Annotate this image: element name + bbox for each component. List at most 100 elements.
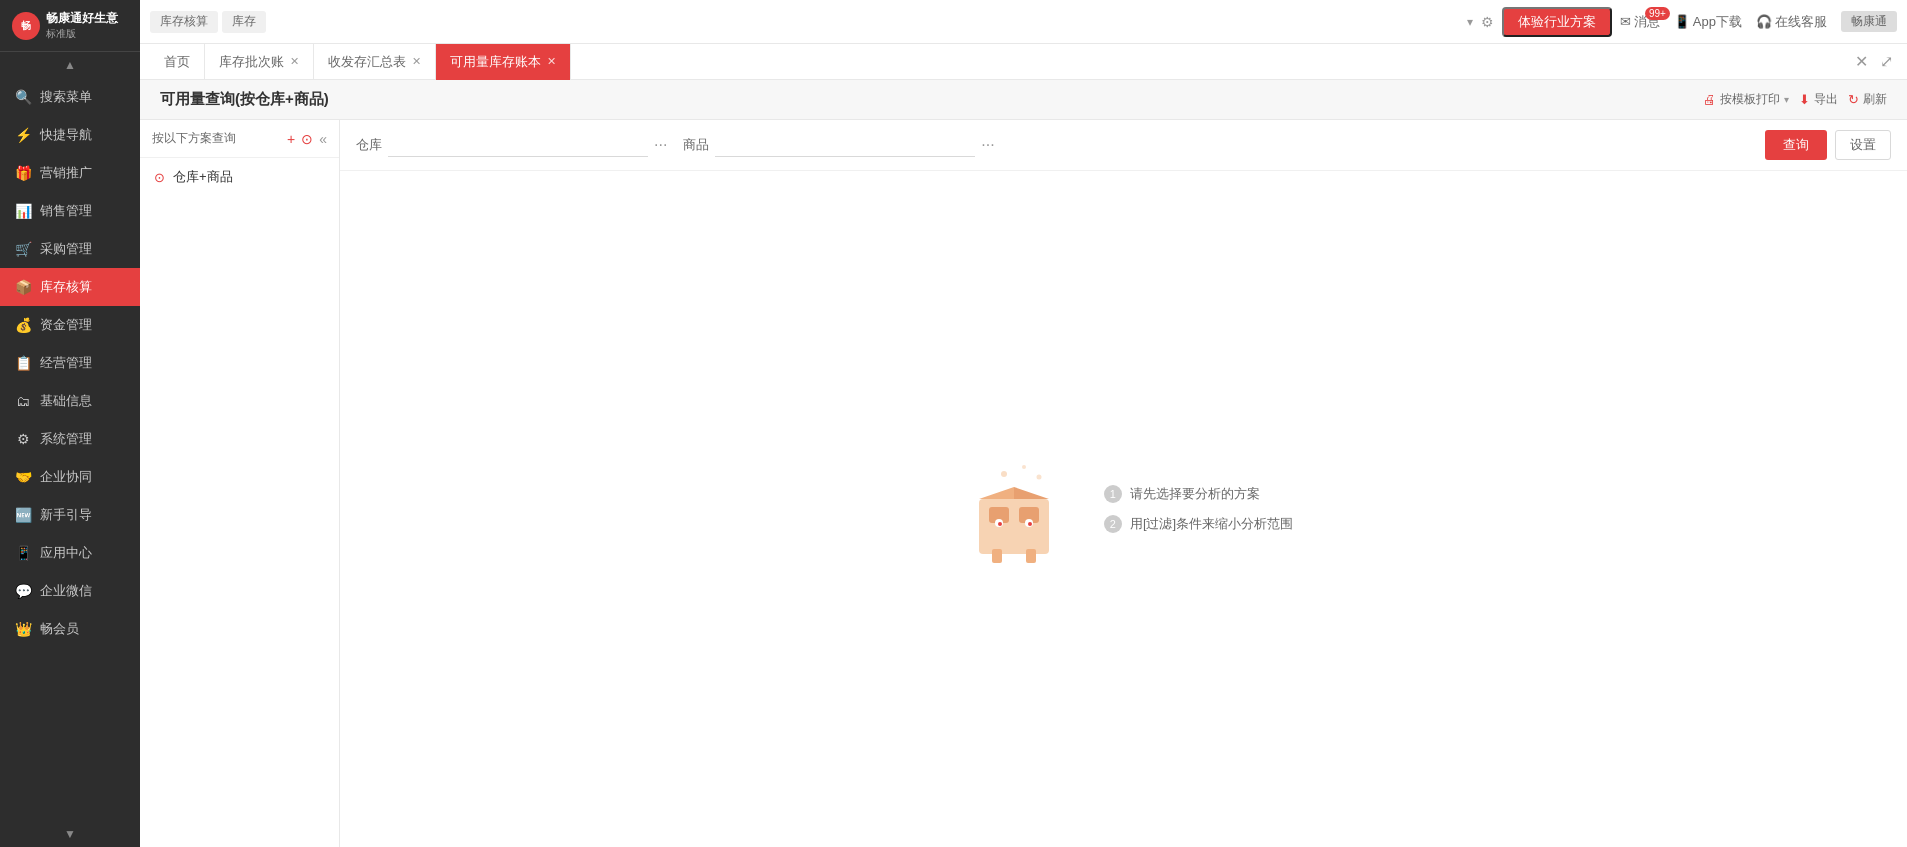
content-area: 按以下方案查询 + ⊙ « ⊙ 仓库+商品 仓库 ··· (140, 120, 1907, 847)
tab-bar: 首页库存批次账 ✕ 收发存汇总表 ✕ 可用量库存账本 ✕ ✕ ⤢ (140, 44, 1907, 80)
sidebar-label-newbie: 新手引导 (40, 506, 126, 524)
scheme-item-仓库+商品[interactable]: ⊙ 仓库+商品 (140, 158, 339, 196)
app-download-button[interactable]: 📱 App下载 (1674, 13, 1742, 31)
sidebar-item-operations[interactable]: 📋 经营管理 (0, 344, 140, 382)
tab-close-batch-account[interactable]: ✕ (290, 55, 299, 68)
scheme-list: ⊙ 仓库+商品 (140, 158, 339, 196)
topbar-gear-icon[interactable]: ⚙ (1481, 14, 1494, 30)
tab-batch-account[interactable]: 库存批次账 ✕ (205, 44, 314, 80)
sidebar-label-sales: 销售管理 (40, 202, 126, 220)
product-input[interactable] (715, 133, 975, 157)
sidebar-scroll-up[interactable]: ▲ (0, 52, 140, 78)
product-more-icon[interactable]: ··· (981, 136, 994, 154)
settings-scheme-button[interactable]: ⊙ (301, 131, 313, 147)
notifications-button[interactable]: ✉ 消息 99+ (1620, 13, 1660, 31)
print-icon: 🖨 (1703, 92, 1716, 107)
sidebar-item-purchase[interactable]: 🛒 采购管理 (0, 230, 140, 268)
sidebar-nav: 🔍 搜索菜单 ⚡ 快捷导航 🎁 营销推广 📊 销售管理 🛒 采购管理 📦 库存核… (0, 78, 140, 821)
scheme-label: 仓库+商品 (173, 168, 233, 186)
scheme-icon: ⊙ (154, 170, 165, 185)
sidebar-item-apps[interactable]: 📱 应用中心 (0, 534, 140, 572)
sidebar-label-apps: 应用中心 (40, 544, 126, 562)
sidebar-item-search[interactable]: 🔍 搜索菜单 (0, 78, 140, 116)
print-button[interactable]: 🖨 按模板打印 ▾ (1703, 91, 1789, 108)
sidebar-label-enterprise: 企业协同 (40, 468, 126, 486)
tab-label-available-ledger: 可用量库存账本 (450, 53, 541, 71)
sidebar-icon-apps: 📱 (14, 545, 32, 561)
tab-close-available-ledger[interactable]: ✕ (547, 55, 556, 68)
user-avatar[interactable]: 畅康通 (1841, 11, 1897, 32)
sidebar-label-marketing: 营销推广 (40, 164, 126, 182)
refresh-icon: ↻ (1848, 92, 1859, 107)
sidebar-item-inventory[interactable]: 📦 库存核算 (0, 268, 140, 306)
product-filter: 商品 ··· (683, 133, 994, 157)
sidebar-icon-marketing: 🎁 (14, 165, 32, 181)
sidebar-icon-member: 👑 (14, 621, 32, 637)
empty-step-1: 1 请先选择要分析的方案 (1104, 485, 1293, 503)
breadcrumb-dropdown-icon[interactable]: ▾ (1467, 15, 1473, 29)
sidebar-label-shortcut: 快捷导航 (40, 126, 126, 144)
filter-bar: 仓库 ··· 商品 ··· 查询 设置 (340, 120, 1907, 171)
sidebar-item-basic[interactable]: 🗂 基础信息 (0, 382, 140, 420)
sidebar-item-system[interactable]: ⚙ 系统管理 (0, 420, 140, 458)
sidebar-item-finance[interactable]: 💰 资金管理 (0, 306, 140, 344)
close-window-button[interactable]: ✕ (1851, 52, 1872, 71)
refresh-button[interactable]: ↻ 刷新 (1848, 91, 1887, 108)
sidebar-icon-newbie: 🆕 (14, 507, 32, 523)
sidebar-item-enterprise[interactable]: 🤝 企业协同 (0, 458, 140, 496)
sidebar-item-newbie[interactable]: 🆕 新手引导 (0, 496, 140, 534)
topbar-right: ✉ 消息 99+ 📱 App下载 🎧 在线客服 畅康通 (1620, 11, 1897, 32)
warehouse-input[interactable] (388, 133, 648, 157)
message-icon: ✉ (1620, 14, 1631, 29)
sidebar-label-wechat: 企业微信 (40, 582, 126, 600)
tab-available-ledger[interactable]: 可用量库存账本 ✕ (436, 44, 571, 80)
svg-point-11 (1001, 471, 1007, 477)
filter-settings-button[interactable]: 设置 (1835, 130, 1891, 160)
svg-rect-0 (979, 499, 1049, 554)
sidebar-item-marketing[interactable]: 🎁 营销推广 (0, 154, 140, 192)
sidebar-header: 畅 畅康通好生意 标准版 (0, 0, 140, 52)
sidebar-title-block: 畅康通好生意 标准版 (46, 10, 118, 41)
sidebar-item-shortcut[interactable]: ⚡ 快捷导航 (0, 116, 140, 154)
export-button[interactable]: ⬇ 导出 (1799, 91, 1838, 108)
breadcrumb-segment-1: 库存 (222, 11, 266, 33)
svg-marker-2 (1014, 487, 1049, 499)
svg-marker-1 (979, 487, 1014, 499)
maximize-window-button[interactable]: ⤢ (1876, 52, 1897, 71)
sidebar-item-sales[interactable]: 📊 销售管理 (0, 192, 140, 230)
tab-home[interactable]: 首页 (150, 44, 205, 80)
tab-label-batch-account: 库存批次账 (219, 53, 284, 71)
headset-icon: 🎧 (1756, 14, 1772, 29)
sidebar-item-wechat[interactable]: 💬 企业微信 (0, 572, 140, 610)
online-service-button[interactable]: 🎧 在线客服 (1756, 13, 1827, 31)
tab-label-balance-summary: 收发存汇总表 (328, 53, 406, 71)
sidebar-scroll-down[interactable]: ▼ (0, 821, 140, 847)
empty-text: 1 请先选择要分析的方案 2 用[过滤]条件来缩小分析范围 (1104, 485, 1293, 533)
sidebar-label-basic: 基础信息 (40, 392, 126, 410)
sidebar-label-purchase: 采购管理 (40, 240, 126, 258)
promo-button[interactable]: 体验行业方案 (1502, 7, 1612, 37)
tab-window-actions: ✕ ⤢ (1851, 52, 1897, 71)
filter-actions: 查询 设置 (1765, 130, 1891, 160)
svg-point-7 (998, 522, 1002, 526)
svg-point-12 (1022, 465, 1026, 469)
sidebar-label-inventory: 库存核算 (40, 278, 126, 296)
sidebar-label-finance: 资金管理 (40, 316, 126, 334)
query-button[interactable]: 查询 (1765, 130, 1827, 160)
sidebar-icon-enterprise: 🤝 (14, 469, 32, 485)
phone-icon: 📱 (1674, 14, 1690, 29)
collapse-panel-button[interactable]: « (319, 131, 327, 147)
warehouse-filter: 仓库 ··· (356, 133, 667, 157)
sidebar-icon-basic: 🗂 (14, 393, 32, 409)
svg-point-8 (1028, 522, 1032, 526)
sidebar-item-member[interactable]: 👑 畅会员 (0, 610, 140, 648)
tab-balance-summary[interactable]: 收发存汇总表 ✕ (314, 44, 436, 80)
tab-close-balance-summary[interactable]: ✕ (412, 55, 421, 68)
notification-badge: 99+ (1645, 7, 1670, 20)
warehouse-more-icon[interactable]: ··· (654, 136, 667, 154)
print-dropdown-icon[interactable]: ▾ (1784, 94, 1789, 105)
warehouse-label: 仓库 (356, 136, 382, 154)
add-scheme-button[interactable]: + (287, 131, 295, 147)
sidebar-icon-sales: 📊 (14, 203, 32, 219)
sidebar-title: 畅康通好生意 (46, 10, 118, 27)
